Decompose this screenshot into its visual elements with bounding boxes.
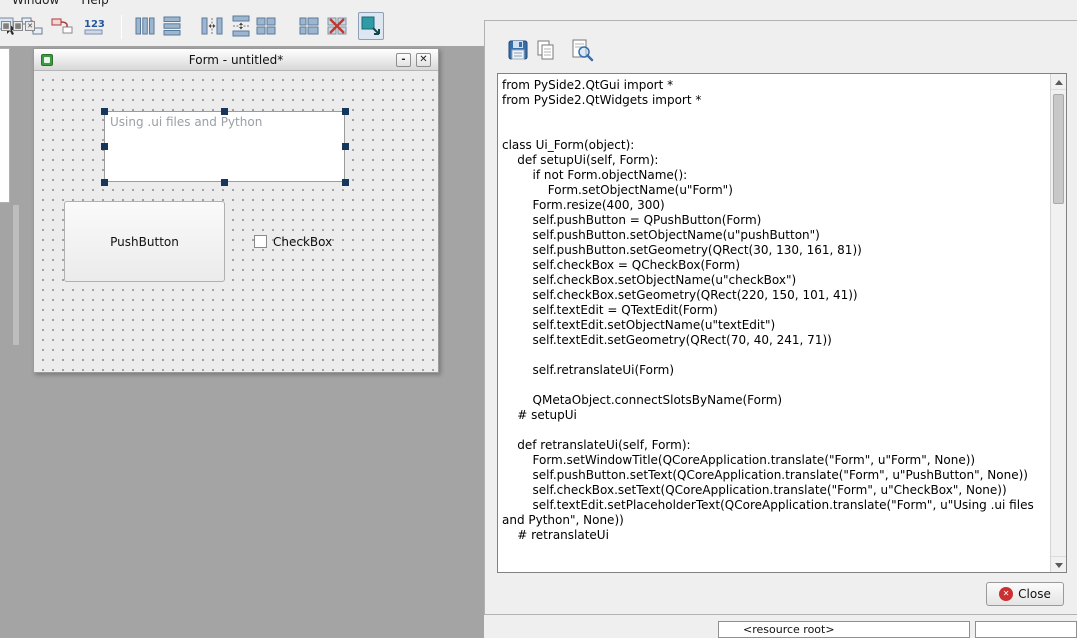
save-button[interactable] xyxy=(505,37,531,63)
break-layout-icon xyxy=(325,14,349,38)
selection-handle-bottom-right[interactable] xyxy=(342,179,349,186)
lay-out-vertically-icon xyxy=(160,14,184,38)
arrow-up-icon xyxy=(1055,80,1063,85)
menubar: Window Help xyxy=(0,0,1077,8)
main-toolbar: 123 xyxy=(0,8,480,46)
dock-controls: ▦ ▦ ✕ xyxy=(1,21,35,31)
checkbox-label: CheckBox xyxy=(273,235,332,249)
form-body-grid[interactable]: Using .ui files and Python PushButton Ch… xyxy=(34,71,438,372)
edit-buddies-icon xyxy=(50,14,74,38)
scrollbar-thumb[interactable] xyxy=(1053,94,1064,204)
lay-out-horizontally-in-splitter-icon xyxy=(200,14,224,38)
clipped-panel-fragment xyxy=(0,48,10,203)
edit-tab-order-icon: 123 xyxy=(82,14,106,38)
close-red-icon: ✕ xyxy=(999,587,1013,601)
code-vertical-scrollbar[interactable] xyxy=(1050,74,1066,572)
layout-vertical-button[interactable] xyxy=(159,12,185,40)
checkbox-widget[interactable]: CheckBox xyxy=(254,221,355,262)
layout-horizontal-button[interactable] xyxy=(132,12,158,40)
code-preview-dialog: from PySide2.QtGui import * from PySide2… xyxy=(484,20,1077,615)
lay-out-horizontally-icon xyxy=(133,14,157,38)
lay-out-in-grid-icon xyxy=(254,14,278,38)
menu-item-window[interactable]: Window xyxy=(12,0,59,7)
textedit-placeholder: Using .ui files and Python xyxy=(110,115,262,129)
form-window-icon xyxy=(41,54,53,66)
svg-text:123: 123 xyxy=(84,19,105,30)
edit-buddies-button[interactable] xyxy=(49,12,75,40)
save-icon xyxy=(506,38,530,62)
resource-empty-list[interactable] xyxy=(975,621,1077,638)
resource-root-item[interactable]: <resource root> xyxy=(718,621,970,638)
pushbutton-widget[interactable]: PushButton xyxy=(64,201,225,282)
layout-vertical-splitter-button[interactable] xyxy=(228,12,254,40)
edit-tab-order-button[interactable]: 123 xyxy=(81,12,107,40)
form-titlebar[interactable]: Form - untitled* - ✕ xyxy=(34,49,438,71)
form-close-button[interactable]: ✕ xyxy=(416,53,431,67)
scroll-down-button[interactable] xyxy=(1051,556,1066,572)
close-button[interactable]: ✕ Close xyxy=(986,582,1064,606)
selection-handle-top-right[interactable] xyxy=(342,108,349,115)
adjust-size-icon xyxy=(359,14,383,38)
selection-handle-mid-right[interactable] xyxy=(342,143,349,150)
dock-float-icon[interactable]: ▦ xyxy=(1,21,11,31)
layout-grid-button[interactable] xyxy=(253,12,279,40)
selection-handle-top-mid[interactable] xyxy=(221,108,228,115)
selection-handle-bottom-mid[interactable] xyxy=(221,179,228,186)
selection-handle-top-left[interactable] xyxy=(101,108,108,115)
pushbutton-label: PushButton xyxy=(110,235,179,249)
form-title: Form - untitled* xyxy=(34,53,438,67)
qt-designer-window: Window Help 123 xyxy=(0,0,1077,638)
layout-horizontal-splitter-button[interactable] xyxy=(199,12,225,40)
form-editor-window: Form - untitled* - ✕ Using .ui files and… xyxy=(33,48,439,373)
adjust-size-button[interactable] xyxy=(358,12,384,40)
arrow-down-icon xyxy=(1055,563,1063,568)
textedit-widget[interactable]: Using .ui files and Python xyxy=(104,111,345,182)
scroll-up-button[interactable] xyxy=(1051,74,1066,90)
form-minimize-button[interactable]: - xyxy=(396,53,411,67)
clipped-scrollbar-fragment[interactable] xyxy=(13,205,19,345)
selection-handle-bottom-left[interactable] xyxy=(101,179,108,186)
selection-handle-mid-left[interactable] xyxy=(101,143,108,150)
dock-close-icon[interactable]: ✕ xyxy=(25,21,35,31)
designer-canvas: Form - untitled* - ✕ Using .ui files and… xyxy=(0,46,484,638)
generated-code-view[interactable]: from PySide2.QtGui import * from PySide2… xyxy=(502,78,1048,570)
code-frame: from PySide2.QtGui import * from PySide2… xyxy=(497,73,1067,573)
copy-button[interactable] xyxy=(533,37,559,63)
layout-form-button[interactable] xyxy=(296,12,322,40)
close-button-label: Close xyxy=(1018,587,1051,601)
lay-out-vertically-in-splitter-icon xyxy=(229,14,253,38)
lay-out-in-form-layout-icon xyxy=(297,14,321,38)
menu-item-help[interactable]: Help xyxy=(81,0,108,7)
resource-browser-fragment: <resource root> xyxy=(484,615,1077,638)
find-button[interactable] xyxy=(569,37,595,63)
checkbox-indicator-icon[interactable] xyxy=(254,235,267,248)
copy-icon xyxy=(534,38,558,62)
break-layout-button[interactable] xyxy=(324,12,350,40)
dock-restore-icon[interactable]: ▦ xyxy=(13,21,23,31)
find-icon xyxy=(569,38,595,62)
toolbar-separator xyxy=(121,15,122,39)
